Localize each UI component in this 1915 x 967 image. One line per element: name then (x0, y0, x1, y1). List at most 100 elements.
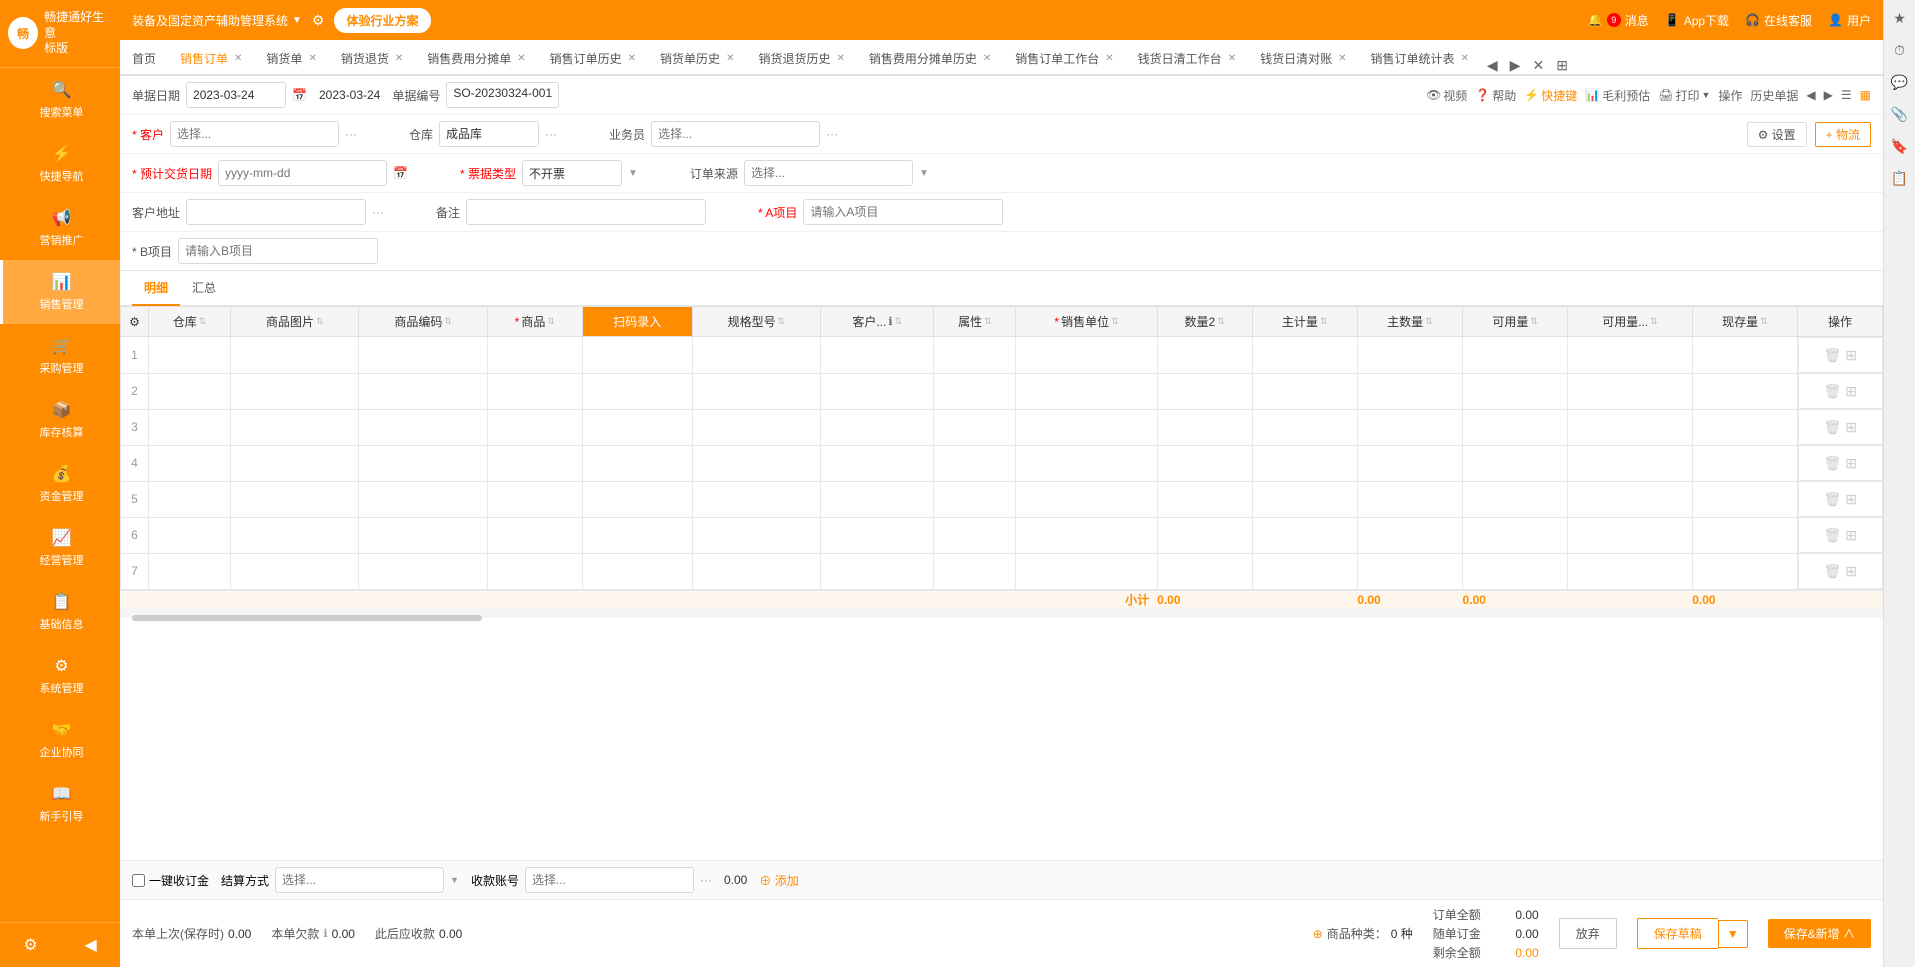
one-click-collect-checkbox[interactable]: 一键收订金 (132, 872, 209, 889)
tab-close-sales-refund-history[interactable]: ✕ (836, 53, 844, 64)
history-action[interactable]: 历史单据 (1750, 87, 1798, 104)
row-available2[interactable] (1568, 445, 1693, 481)
notification-area[interactable]: 🔔 9 消息 (1588, 12, 1649, 29)
tab-sales-return[interactable]: 销货单✕ (254, 43, 328, 76)
row-current-stock[interactable] (1692, 517, 1797, 553)
row-customer-code[interactable] (821, 481, 934, 517)
tab-close-sales-fee-split[interactable]: ✕ (517, 53, 525, 64)
view-action[interactable]: 👁 视频 (1426, 87, 1467, 104)
right-icon-attach[interactable]: 📎 (1886, 100, 1914, 128)
tab-close-cash-daily-workbench[interactable]: ✕ (1228, 53, 1236, 64)
row-qty2[interactable] (1157, 445, 1252, 481)
tab-close-sales-fee-history[interactable]: ✕ (983, 53, 991, 64)
row-delete-icon[interactable]: 🗑 (1823, 419, 1841, 436)
grid-view-icon[interactable]: ☰ (1841, 88, 1852, 102)
column-settings-icon[interactable]: ⚙ (129, 315, 140, 329)
sidebar-item-quick-nav[interactable]: ⚡ 快捷导航 (0, 132, 120, 196)
right-icon-star[interactable]: ★ (1886, 4, 1914, 32)
sidebar-item-operations[interactable]: 📈 经营管理 (0, 516, 120, 580)
row-main-qty[interactable] (1357, 553, 1462, 590)
row-main-qty[interactable] (1357, 373, 1462, 409)
row-spec[interactable] (692, 445, 820, 481)
tab-sales-order-stats[interactable]: 销售订单统计表✕ (1358, 43, 1480, 76)
row-unit[interactable] (1016, 445, 1157, 481)
row-main-unit[interactable] (1252, 445, 1357, 481)
row-warehouse[interactable] (149, 409, 231, 445)
right-icon-action[interactable]: 📋 (1886, 164, 1914, 192)
sidebar-item-guide[interactable]: 📖 新手引导 (0, 772, 120, 836)
row-product-code[interactable] (359, 553, 487, 590)
customer-input[interactable] (170, 121, 339, 147)
row-main-qty[interactable] (1357, 337, 1462, 374)
row-main-unit[interactable] (1252, 481, 1357, 517)
row-product-code[interactable] (359, 409, 487, 445)
row-customer-code[interactable] (821, 445, 934, 481)
tab-close-cash-daily-reconcile[interactable]: ✕ (1338, 53, 1346, 64)
row-delete-icon[interactable]: 🗑 (1823, 347, 1841, 364)
add-logistics-btn[interactable]: + 物流 (1815, 122, 1871, 147)
tab-close-sales-refund[interactable]: ✕ (395, 53, 403, 64)
row-copy-icon[interactable]: ⊞ (1845, 383, 1857, 400)
tab-sales-order[interactable]: 销售订单✕ (168, 43, 254, 76)
tab-cash-daily-workbench[interactable]: 钱货日清工作台✕ (1126, 43, 1248, 76)
row-attribute[interactable] (934, 517, 1016, 553)
row-main-unit[interactable] (1252, 373, 1357, 409)
sidebar-settings-btn[interactable]: ⚙ (19, 931, 41, 959)
row-available[interactable] (1463, 445, 1568, 481)
row-main-qty[interactable] (1357, 481, 1462, 517)
row-current-stock[interactable] (1692, 373, 1797, 409)
row-product-img[interactable] (231, 481, 359, 517)
abandon-btn[interactable]: 放弃 (1559, 918, 1617, 949)
online-service-area[interactable]: 🎧 在线客服 (1745, 12, 1812, 29)
row-available[interactable] (1463, 553, 1568, 590)
tab-close-sales-order-history[interactable]: ✕ (628, 53, 636, 64)
row-copy-icon[interactable]: ⊞ (1845, 563, 1857, 580)
row-available[interactable] (1463, 373, 1568, 409)
row-copy-icon[interactable]: ⊞ (1845, 347, 1857, 364)
tab-sales-refund[interactable]: 销货退货✕ (329, 43, 415, 76)
row-delete-icon[interactable]: 🗑 (1823, 383, 1841, 400)
row-spec[interactable] (692, 481, 820, 517)
row-qty2[interactable] (1157, 409, 1252, 445)
tab-close-sales-order-stats[interactable]: ✕ (1461, 53, 1469, 64)
invoice-type-value[interactable]: 不开票 (522, 160, 622, 186)
row-attribute[interactable] (934, 409, 1016, 445)
sidebar-item-purchase[interactable]: 🛒 采购管理 (0, 324, 120, 388)
row-warehouse[interactable] (149, 337, 231, 374)
row-warehouse[interactable] (149, 553, 231, 590)
row-product[interactable] (487, 373, 582, 409)
col-settings[interactable]: ⚙ (121, 307, 149, 337)
sidebar-item-search[interactable]: 🔍 搜索菜单 (0, 68, 120, 132)
tab-detail[interactable]: 明细 (132, 271, 180, 306)
row-available[interactable] (1463, 337, 1568, 374)
save-draft-dropdown-btn[interactable]: ▼ (1718, 920, 1748, 948)
row-unit[interactable] (1016, 337, 1157, 374)
row-delete-icon[interactable]: 🗑 (1823, 455, 1841, 472)
order-source-input[interactable] (744, 160, 913, 186)
row-spec[interactable] (692, 409, 820, 445)
row-product-code[interactable] (359, 481, 487, 517)
row-qty2[interactable] (1157, 481, 1252, 517)
row-unit[interactable] (1016, 517, 1157, 553)
row-product-img[interactable] (231, 445, 359, 481)
row-current-stock[interactable] (1692, 553, 1797, 590)
solution-btn[interactable]: 体验行业方案 (334, 8, 430, 33)
row-product-img[interactable] (231, 553, 359, 590)
sidebar-item-finance[interactable]: 💰 资金管理 (0, 452, 120, 516)
system-dropdown-icon[interactable]: ▼ (292, 15, 302, 26)
row-current-stock[interactable] (1692, 481, 1797, 517)
row-available2[interactable] (1568, 517, 1693, 553)
row-product-img[interactable] (231, 517, 359, 553)
row-current-stock[interactable] (1692, 409, 1797, 445)
nav-prev-icon[interactable]: ◀ (1806, 88, 1815, 102)
row-attribute[interactable] (934, 481, 1016, 517)
sidebar-item-marketing[interactable]: 📢 营销推广 (0, 196, 120, 260)
row-warehouse[interactable] (149, 517, 231, 553)
row-warehouse[interactable] (149, 481, 231, 517)
row-delete-icon[interactable]: 🗑 (1823, 491, 1841, 508)
row-product[interactable] (487, 481, 582, 517)
warehouse-value[interactable]: 成品库 (439, 121, 539, 147)
account-input[interactable] (525, 867, 694, 893)
row-current-stock[interactable] (1692, 445, 1797, 481)
tab-nav-expand[interactable]: ⊞ (1550, 57, 1574, 74)
